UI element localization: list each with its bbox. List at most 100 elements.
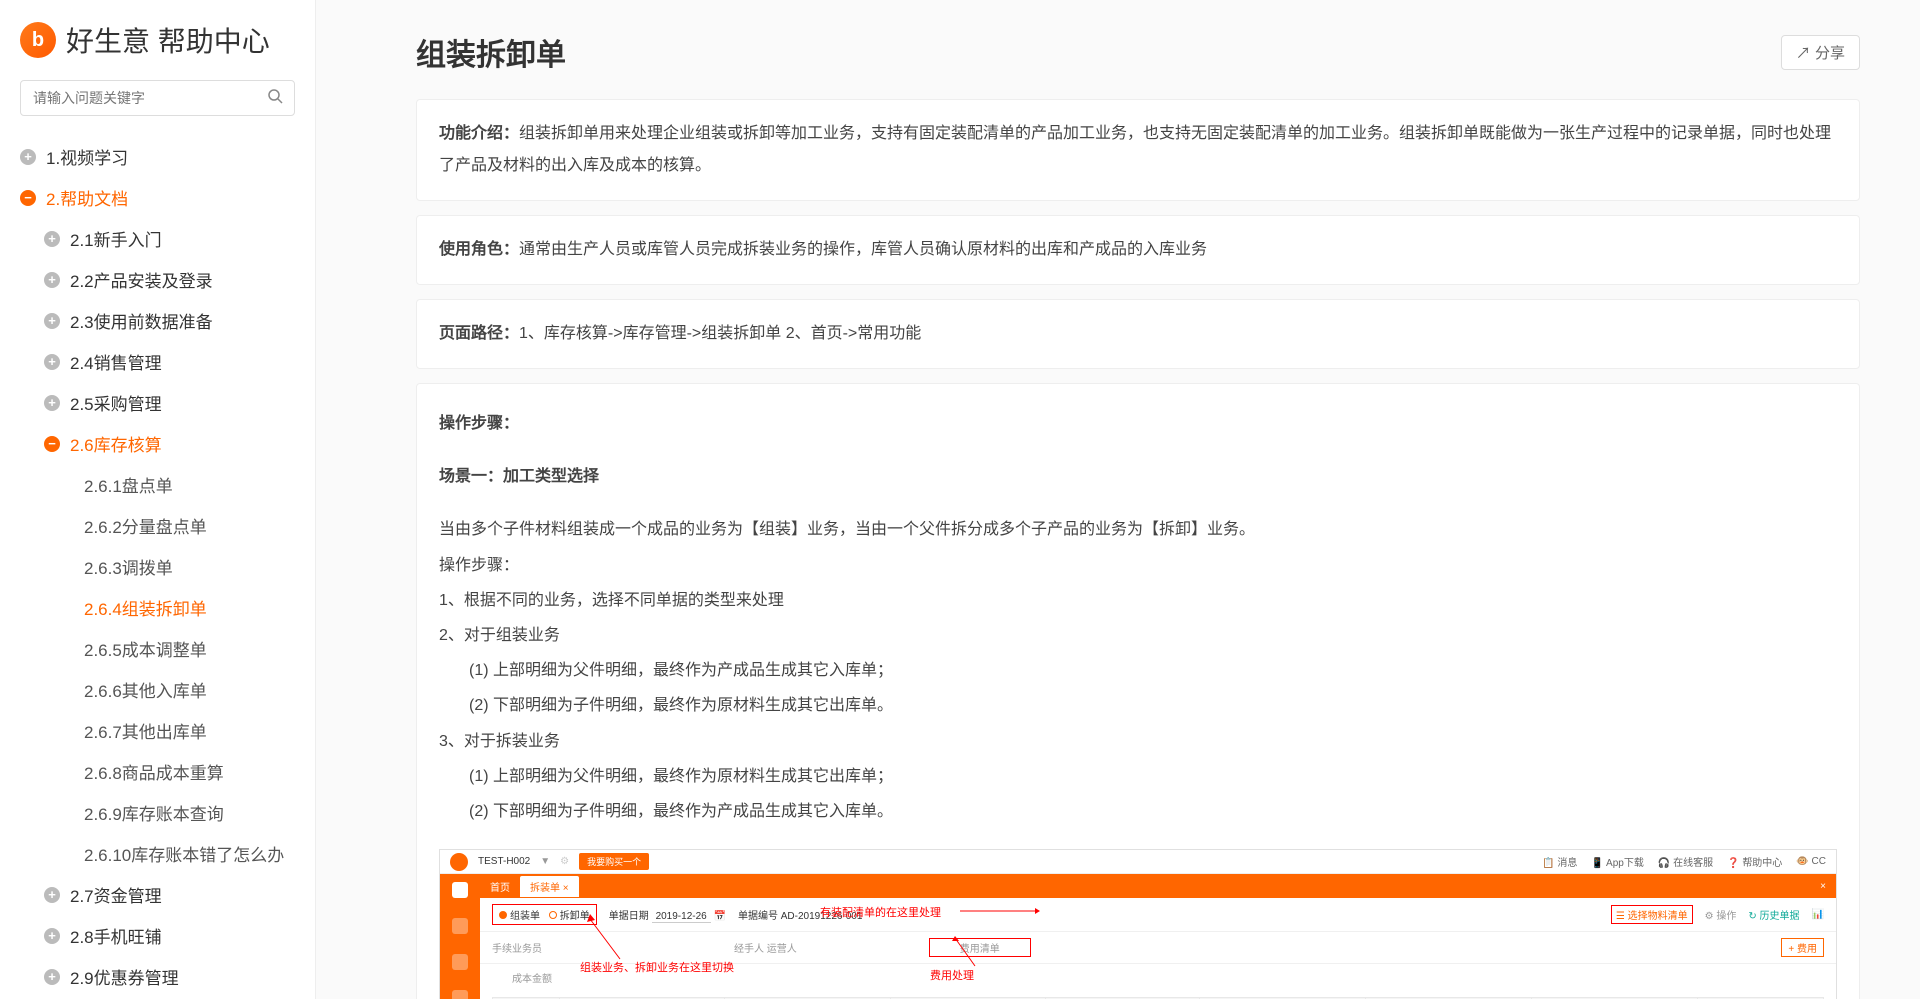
nav-label: 2.9优惠券管理	[70, 964, 179, 989]
step-2a: (1) 上部明细为父件明细，最终作为产成品生成其它入库单；	[439, 653, 1837, 688]
content-card: 操作步骤： 场景一：加工类型选择 当由多个子件材料组装成一个成品的业务为【组装】…	[416, 383, 1860, 999]
expand-icon[interactable]: +	[44, 354, 60, 370]
nav-item[interactable]: +1.视频学习	[20, 136, 295, 177]
nav-label: 2.6.1盘点单	[84, 477, 173, 496]
ss-nav-home-icon[interactable]	[452, 882, 468, 898]
ss-annotation-1: 有装配清单的在这里处理	[820, 904, 941, 920]
collapse-icon[interactable]: −	[20, 190, 36, 206]
nav-item[interactable]: 2.6.7其他出库单	[20, 710, 295, 751]
step-1: 1、根据不同的业务，选择不同单据的类型来处理	[439, 583, 1837, 618]
ss-buy-button[interactable]: 我要购买一个	[579, 853, 649, 870]
nav-label: 2.2产品安装及登录	[70, 267, 213, 292]
site-title: 好生意 帮助中心	[66, 20, 270, 60]
search-box	[20, 80, 295, 116]
intro-text: 组装拆卸单用来处理企业组装或拆卸等加工业务，支持有固定装配清单的产品加工业务，也…	[439, 125, 1831, 174]
nav-item[interactable]: +2.3使用前数据准备	[20, 300, 295, 341]
nav-label: 2.3使用前数据准备	[70, 308, 213, 333]
paragraph: 当由多个子件材料组装成一个成品的业务为【组装】业务，当由一个父件拆分成多个子产品…	[439, 512, 1837, 547]
nav-label: 2.6.2分量盘点单	[84, 518, 207, 537]
role-card: 使用角色：通常由生产人员或库管人员完成拆装业务的操作，库管人员确认原材料的出库和…	[416, 215, 1860, 285]
ss-nav-icon[interactable]	[452, 954, 468, 970]
role-text: 通常由生产人员或库管人员完成拆装业务的操作，库管人员确认原材料的出库和产成品的入…	[519, 241, 1207, 258]
nav-label: 2.帮助文档	[46, 185, 128, 210]
nav-label: 2.6.7其他出库单	[84, 723, 207, 742]
nav-label: 2.6.9库存账本查询	[84, 805, 224, 824]
path-card: 页面路径：1、库存核算->库存管理->组装拆卸单 2、首页->常用功能	[416, 299, 1860, 369]
share-icon: ↗	[1796, 45, 1811, 62]
step-2b: (2) 下部明细为子件明细，最终作为原材料生成其它出库单。	[439, 688, 1837, 723]
ss-topbar: TEST-H002 ▼ ⚙ 我要购买一个 📋 消息 📱 App下载 🎧 在线客服…	[440, 850, 1836, 874]
ss-nav-icon[interactable]	[452, 918, 468, 934]
path-text: 1、库存核算->库存管理->组装拆卸单 2、首页->常用功能	[519, 325, 921, 342]
nav-label: 2.1新手入门	[70, 226, 162, 251]
nav-label: 2.6.8商品成本重算	[84, 764, 224, 783]
nav-item[interactable]: +2.7资金管理	[20, 874, 295, 915]
embedded-screenshot: TEST-H002 ▼ ⚙ 我要购买一个 📋 消息 📱 App下载 🎧 在线客服…	[439, 849, 1837, 999]
expand-icon[interactable]: +	[44, 395, 60, 411]
logo: b 好生意 帮助中心	[20, 20, 295, 60]
intro-label: 功能介绍：	[439, 125, 519, 142]
nav-label: 2.6.10库存账本错了怎么办	[84, 846, 284, 865]
nav-tree: +1.视频学习−2.帮助文档+2.1新手入门+2.2产品安装及登录+2.3使用前…	[20, 136, 295, 999]
nav-item[interactable]: +2.4销售管理	[20, 341, 295, 382]
nav-item[interactable]: 2.6.2分量盘点单	[20, 505, 295, 546]
ss-tab-active[interactable]: 拆装单 ×	[520, 876, 579, 897]
ss-help[interactable]: ❓ 帮助中心	[1727, 854, 1782, 869]
ss-msg[interactable]: 📋 消息	[1542, 854, 1577, 869]
sidebar: b 好生意 帮助中心 +1.视频学习−2.帮助文档+2.1新手入门+2.2产品安…	[0, 0, 316, 999]
ss-company: TEST-H002	[478, 856, 530, 867]
ss-left-nav	[440, 874, 480, 999]
nav-item[interactable]: −2.帮助文档	[20, 177, 295, 218]
nav-label: 2.6.5成本调整单	[84, 641, 207, 660]
nav-item[interactable]: 2.6.6其他入库单	[20, 669, 295, 710]
collapse-icon[interactable]: −	[44, 436, 60, 452]
ss-type-radio-group[interactable]: 组装单 拆卸单	[492, 904, 597, 925]
main-content: 组装拆卸单 ↗ 分享 功能介绍：组装拆卸单用来处理企业组装或拆卸等加工业务，支持…	[316, 0, 1920, 999]
nav-label: 1.视频学习	[46, 144, 128, 169]
role-label: 使用角色：	[439, 241, 519, 258]
ss-service[interactable]: 🎧 在线客服	[1658, 854, 1713, 869]
nav-item[interactable]: 2.6.9库存账本查询	[20, 792, 295, 833]
nav-item[interactable]: +2.8手机旺铺	[20, 915, 295, 956]
step-3: 3、对于拆装业务	[439, 724, 1837, 759]
ss-nav-icon[interactable]	[452, 990, 468, 999]
expand-icon[interactable]: +	[44, 928, 60, 944]
nav-item[interactable]: +2.2产品安装及登录	[20, 259, 295, 300]
nav-item[interactable]: −2.6库存核算	[20, 423, 295, 464]
intro-card: 功能介绍：组装拆卸单用来处理企业组装或拆卸等加工业务，支持有固定装配清单的产品加…	[416, 99, 1860, 201]
nav-item[interactable]: 2.6.5成本调整单	[20, 628, 295, 669]
nav-label: 2.6.3调拨单	[84, 559, 173, 578]
nav-label: 2.6库存核算	[70, 431, 162, 456]
expand-icon[interactable]: +	[20, 149, 36, 165]
nav-label: 2.5采购管理	[70, 390, 162, 415]
nav-item[interactable]: +2.1新手入门	[20, 218, 295, 259]
step-2: 2、对于组装业务	[439, 618, 1837, 653]
expand-icon[interactable]: +	[44, 313, 60, 329]
nav-item[interactable]: +2.9优惠券管理	[20, 956, 295, 997]
share-button[interactable]: ↗ 分享	[1781, 35, 1860, 70]
nav-item[interactable]: 2.6.10库存账本错了怎么办	[20, 833, 295, 874]
nav-item[interactable]: 2.6.3调拨单	[20, 546, 295, 587]
expand-icon[interactable]: +	[44, 231, 60, 247]
nav-item[interactable]: 2.6.1盘点单	[20, 464, 295, 505]
nav-item[interactable]: 2.6.8商品成本重算	[20, 751, 295, 792]
expand-icon[interactable]: +	[44, 272, 60, 288]
nav-label: 2.4销售管理	[70, 349, 162, 374]
ss-tab-home[interactable]: 首页	[490, 879, 510, 894]
nav-item[interactable]: +2.5采购管理	[20, 382, 295, 423]
nav-label: 2.8手机旺铺	[70, 923, 162, 948]
search-icon[interactable]	[267, 88, 283, 107]
page-title: 组装拆卸单	[416, 30, 566, 74]
ss-content: 首页 拆装单 × × 组装单 拆卸单 单据日期 2019-12-26 📅 单据编…	[480, 874, 1836, 999]
scenario-title: 场景一：加工类型选择	[439, 459, 1837, 494]
ss-logo-icon	[450, 853, 468, 871]
steps-title: 操作步骤：	[439, 406, 1837, 441]
search-input[interactable]	[20, 80, 295, 116]
step-3a: (1) 上部明细为父件明细，最终作为原材料生成其它出库单；	[439, 759, 1837, 794]
ss-avatar[interactable]: 🐵 CC	[1796, 856, 1826, 867]
logo-icon: b	[20, 22, 56, 58]
expand-icon[interactable]: +	[44, 887, 60, 903]
nav-item[interactable]: 2.6.4组装拆卸单	[20, 587, 295, 628]
expand-icon[interactable]: +	[44, 969, 60, 985]
ss-app[interactable]: 📱 App下载	[1591, 854, 1643, 869]
